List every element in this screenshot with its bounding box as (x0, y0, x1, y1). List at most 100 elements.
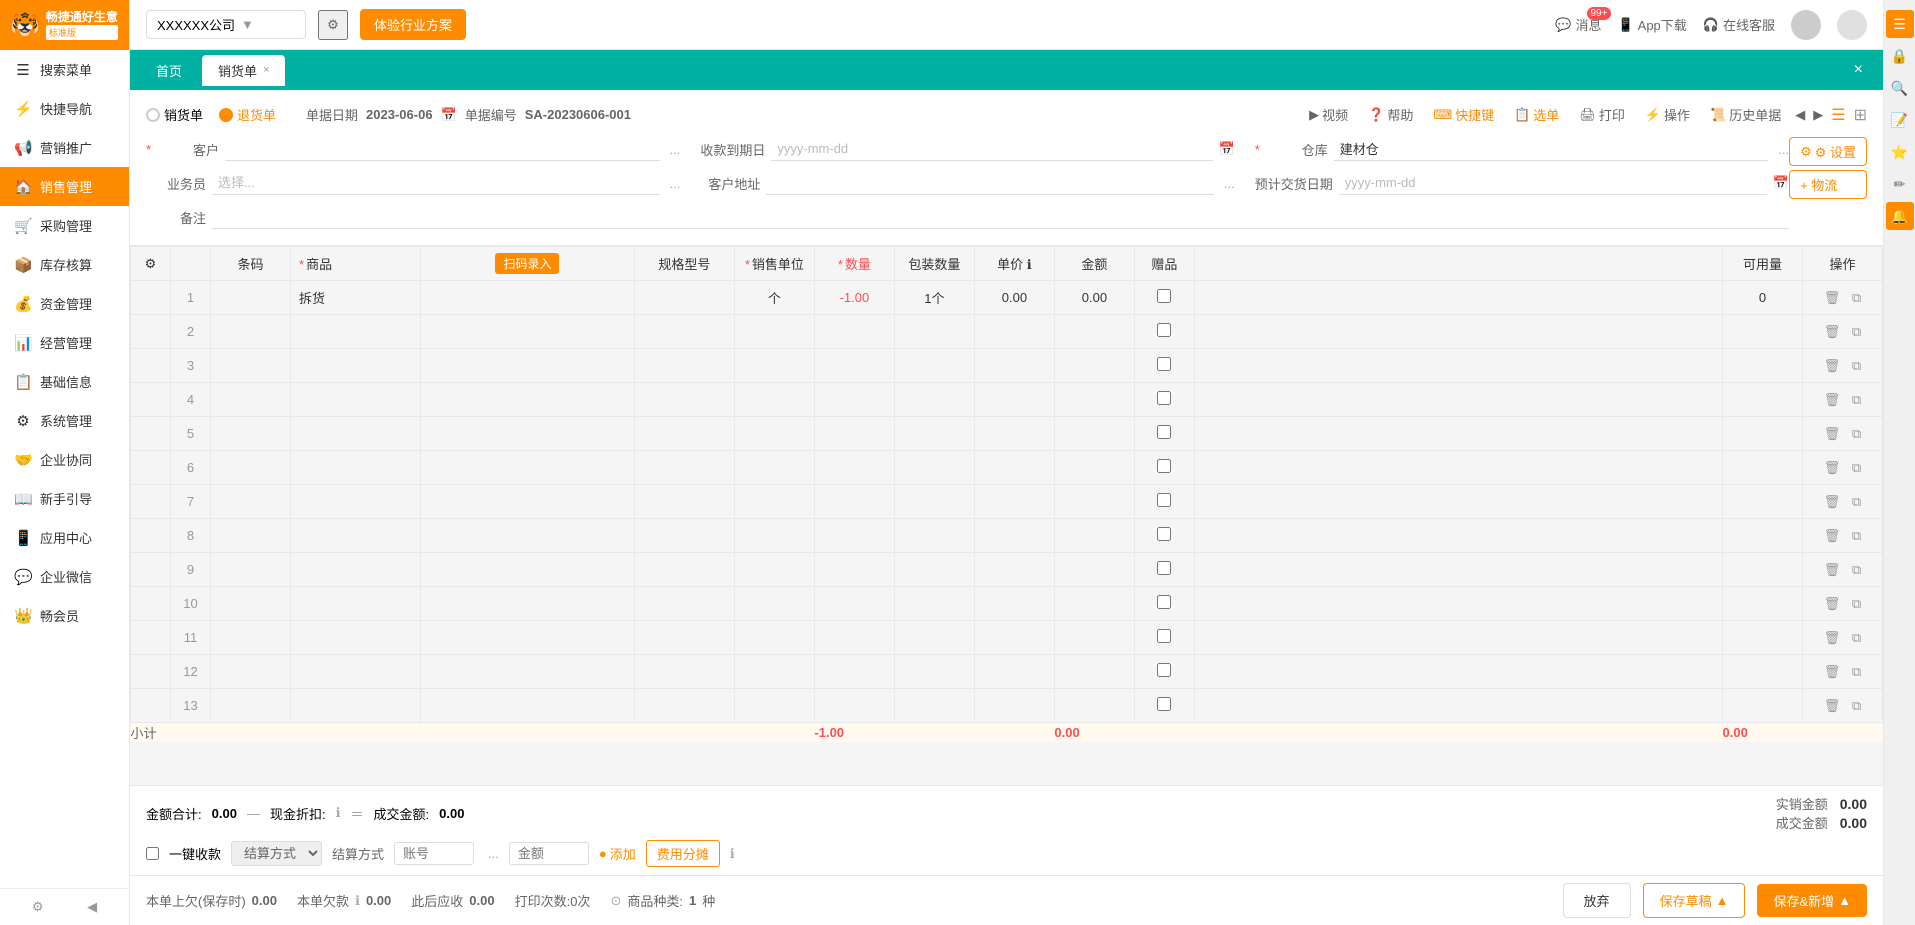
row-copy-11[interactable]: ⧉ (1848, 662, 1865, 682)
row-gift-10[interactable] (1134, 621, 1194, 655)
row-spec-5[interactable] (634, 451, 734, 485)
receipt-cal-icon[interactable]: 📅 (1219, 141, 1235, 157)
row-copy-1[interactable]: ⧉ (1848, 322, 1865, 342)
row-price-3[interactable] (974, 383, 1054, 417)
view-list-icon[interactable]: ☰ (1831, 105, 1845, 125)
row-goods-4[interactable] (291, 417, 421, 451)
row-spec-1[interactable] (634, 315, 734, 349)
right-tool-orange[interactable]: 🔔 (1886, 202, 1914, 230)
account-ellipsis[interactable]: ... (488, 846, 499, 861)
row-unit-3[interactable] (734, 383, 814, 417)
overdue-icon[interactable]: ℹ (355, 893, 360, 909)
row-amount-5[interactable] (1054, 451, 1134, 485)
sidebar-item-6[interactable]: 💰资金管理 (0, 284, 129, 323)
tab-sale-order[interactable]: 销货单 × (202, 55, 285, 86)
row-pack-3[interactable] (894, 383, 974, 417)
col-header-settings[interactable]: ⚙ (131, 247, 171, 281)
row-price-9[interactable] (974, 587, 1054, 621)
row-price-12[interactable] (974, 689, 1054, 723)
row-delete-3[interactable]: 🗑 (1820, 390, 1845, 410)
row-amount-4[interactable] (1054, 417, 1134, 451)
sidebar-item-14[interactable]: 👑畅会员 (0, 596, 129, 635)
row-qty-9[interactable] (814, 587, 894, 621)
row-goods-3[interactable] (291, 383, 421, 417)
row-copy-8[interactable]: ⧉ (1848, 560, 1865, 580)
row-unit-8[interactable] (734, 553, 814, 587)
discard-button[interactable]: 放弃 (1563, 883, 1631, 918)
row-goods-8[interactable] (291, 553, 421, 587)
row-gift-0[interactable] (1134, 281, 1194, 315)
nav-prev-icon[interactable]: ◀ (1795, 107, 1805, 123)
row-pack-0[interactable]: 1个 (894, 281, 974, 315)
right-tool-list[interactable]: ☰ (1886, 10, 1914, 38)
radio-return[interactable]: 退货单 (219, 105, 276, 124)
row-gift-5[interactable] (1134, 451, 1194, 485)
row-barcode-9[interactable] (211, 587, 291, 621)
row-goods-6[interactable] (291, 485, 421, 519)
scan-btn[interactable]: 扫码录入 (495, 253, 559, 274)
row-copy-3[interactable]: ⧉ (1848, 390, 1865, 410)
row-goods-2[interactable] (291, 349, 421, 383)
customer-input[interactable] (225, 137, 659, 161)
close-window-icon[interactable]: × (1844, 61, 1873, 79)
row-amount-2[interactable] (1054, 349, 1134, 383)
expense-info-icon[interactable]: ℹ (730, 846, 735, 862)
sidebar-item-4[interactable]: 🛒采购管理 (0, 206, 129, 245)
addr-ellipsis[interactable]: ... (1224, 176, 1235, 191)
row-amount-7[interactable] (1054, 519, 1134, 553)
amount-input[interactable] (509, 842, 589, 865)
row-copy-6[interactable]: ⧉ (1848, 492, 1865, 512)
row-pack-4[interactable] (894, 417, 974, 451)
sidebar-item-9[interactable]: ⚙系统管理 (0, 401, 129, 440)
row-barcode-5[interactable] (211, 451, 291, 485)
sidebar-item-13[interactable]: 💬企业微信 (0, 557, 129, 596)
account-input[interactable] (394, 842, 474, 865)
row-spec-6[interactable] (634, 485, 734, 519)
right-tool-edit[interactable]: ✏ (1886, 170, 1914, 198)
view-grid-icon[interactable]: ⊞ (1854, 105, 1867, 125)
row-qty-7[interactable] (814, 519, 894, 553)
nav-next-icon[interactable]: ▶ (1813, 107, 1823, 123)
row-amount-11[interactable] (1054, 655, 1134, 689)
user-avatar[interactable] (1837, 10, 1867, 40)
row-barcode-7[interactable] (211, 519, 291, 553)
row-barcode-4[interactable] (211, 417, 291, 451)
row-goods-11[interactable] (291, 655, 421, 689)
row-qty-1[interactable] (814, 315, 894, 349)
row-gift-12[interactable] (1134, 689, 1194, 723)
row-spec-3[interactable] (634, 383, 734, 417)
row-pack-11[interactable] (894, 655, 974, 689)
row-delete-5[interactable]: 🗑 (1820, 458, 1845, 478)
tab-close-icon[interactable]: × (263, 64, 269, 76)
row-qty-0[interactable]: -1.00 (814, 281, 894, 315)
row-pack-1[interactable] (894, 315, 974, 349)
expected-cal-icon[interactable]: 📅 (1773, 175, 1789, 191)
row-amount-12[interactable] (1054, 689, 1134, 723)
row-qty-10[interactable] (814, 621, 894, 655)
row-unit-6[interactable] (734, 485, 814, 519)
sidebar-item-12[interactable]: 📱应用中心 (0, 518, 129, 557)
row-copy-2[interactable]: ⧉ (1848, 356, 1865, 376)
row-price-8[interactable] (974, 553, 1054, 587)
row-pack-5[interactable] (894, 451, 974, 485)
row-delete-9[interactable]: 🗑 (1820, 594, 1845, 614)
row-barcode-1[interactable] (211, 315, 291, 349)
row-barcode-12[interactable] (211, 689, 291, 723)
save-new-button[interactable]: 保存&新增 ▲ (1757, 884, 1867, 917)
row-unit-7[interactable] (734, 519, 814, 553)
row-unit-5[interactable] (734, 451, 814, 485)
row-spec-12[interactable] (634, 689, 734, 723)
row-qty-8[interactable] (814, 553, 894, 587)
row-delete-7[interactable]: 🗑 (1820, 526, 1845, 546)
warehouse-ellipsis[interactable]: ... (1778, 142, 1789, 157)
row-pack-7[interactable] (894, 519, 974, 553)
row-spec-4[interactable] (634, 417, 734, 451)
row-barcode-0[interactable] (211, 281, 291, 315)
row-delete-8[interactable]: 🗑 (1820, 560, 1845, 580)
row-unit-4[interactable] (734, 417, 814, 451)
row-price-2[interactable] (974, 349, 1054, 383)
row-spec-0[interactable] (634, 281, 734, 315)
expense-split-btn[interactable]: 费用分摊 (646, 840, 720, 867)
row-goods-12[interactable] (291, 689, 421, 723)
row-copy-5[interactable]: ⧉ (1848, 458, 1865, 478)
